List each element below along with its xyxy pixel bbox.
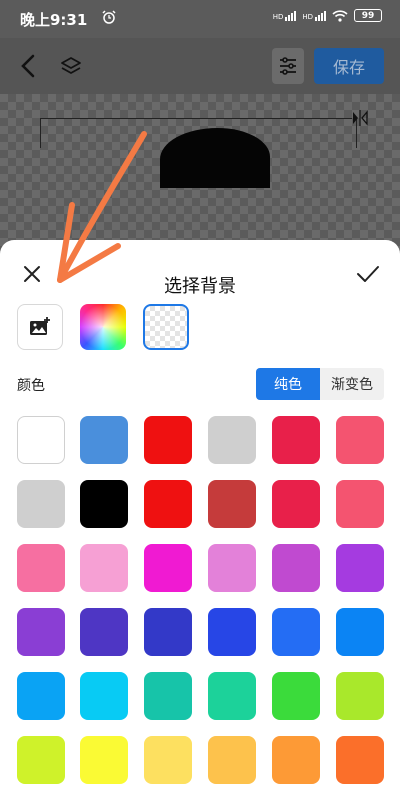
adjust-icon: [280, 57, 296, 75]
color-swatch[interactable]: [336, 480, 384, 528]
color-swatch[interactable]: [17, 480, 65, 528]
tab-solid-color[interactable]: 纯色: [256, 368, 320, 400]
color-swatch[interactable]: [208, 736, 256, 784]
color-swatch[interactable]: [272, 416, 320, 464]
color-swatch[interactable]: [272, 672, 320, 720]
alarm-icon: [102, 10, 116, 24]
save-button[interactable]: 保存: [314, 48, 384, 84]
back-button[interactable]: [12, 50, 44, 82]
color-swatch[interactable]: [144, 736, 192, 784]
tab-gradient-color[interactable]: 渐变色: [320, 368, 384, 400]
signal-icon-2: HD: [302, 10, 326, 21]
color-swatch[interactable]: [272, 608, 320, 656]
add-image-icon: [30, 317, 50, 335]
color-swatch[interactable]: [80, 608, 128, 656]
color-swatch[interactable]: [336, 608, 384, 656]
network-type-2: HD: [302, 12, 313, 21]
color-swatch[interactable]: [336, 544, 384, 592]
image-subject: [160, 128, 270, 188]
color-swatch[interactable]: [144, 480, 192, 528]
color-swatch[interactable]: [80, 480, 128, 528]
color-swatch[interactable]: [17, 672, 65, 720]
color-swatch[interactable]: [144, 608, 192, 656]
layers-icon: [61, 57, 81, 74]
add-image-background-option[interactable]: [17, 304, 63, 350]
color-swatch[interactable]: [144, 672, 192, 720]
color-picker-background-option[interactable]: [80, 304, 126, 350]
color-swatch[interactable]: [17, 736, 65, 784]
color-swatch[interactable]: [272, 480, 320, 528]
color-swatch[interactable]: [80, 416, 128, 464]
color-swatch[interactable]: [208, 480, 256, 528]
sheet-title: 选择背景: [164, 276, 236, 297]
color-swatch[interactable]: [144, 416, 192, 464]
back-icon: [21, 54, 35, 78]
check-icon: [357, 266, 379, 282]
color-swatch[interactable]: [336, 736, 384, 784]
selection-frame: [40, 118, 352, 119]
color-swatch[interactable]: [272, 736, 320, 784]
color-section-label: 颜色: [17, 378, 45, 394]
confirm-button[interactable]: [352, 258, 384, 290]
color-swatch[interactable]: [80, 544, 128, 592]
color-swatch[interactable]: [17, 416, 65, 464]
color-swatch[interactable]: [208, 544, 256, 592]
color-swatch[interactable]: [80, 736, 128, 784]
wifi-icon: [332, 9, 348, 22]
color-swatch[interactable]: [208, 416, 256, 464]
status-indicators: HD HD 99: [273, 9, 382, 22]
battery-icon: 99: [354, 9, 382, 22]
battery-level: 99: [361, 10, 375, 21]
adjust-button[interactable]: [272, 48, 304, 84]
color-swatch[interactable]: [144, 544, 192, 592]
color-swatch[interactable]: [17, 544, 65, 592]
transparent-background-option[interactable]: [143, 304, 189, 350]
color-swatch[interactable]: [17, 608, 65, 656]
status-bar: 晚上9:31 HD HD 99: [0, 0, 400, 38]
layers-button[interactable]: [56, 52, 86, 82]
color-swatch[interactable]: [80, 672, 128, 720]
color-swatch[interactable]: [336, 416, 384, 464]
selection-frame-left: [40, 118, 41, 148]
status-time: 晚上9:31: [20, 11, 88, 29]
flip-icon[interactable]: [350, 108, 370, 128]
color-swatch[interactable]: [272, 544, 320, 592]
color-type-toggle: 纯色 渐变色: [256, 368, 384, 400]
color-swatch[interactable]: [208, 672, 256, 720]
network-type-1: HD: [272, 12, 284, 21]
signal-icon: HD: [272, 10, 297, 21]
color-swatch[interactable]: [336, 672, 384, 720]
color-swatch[interactable]: [208, 608, 256, 656]
